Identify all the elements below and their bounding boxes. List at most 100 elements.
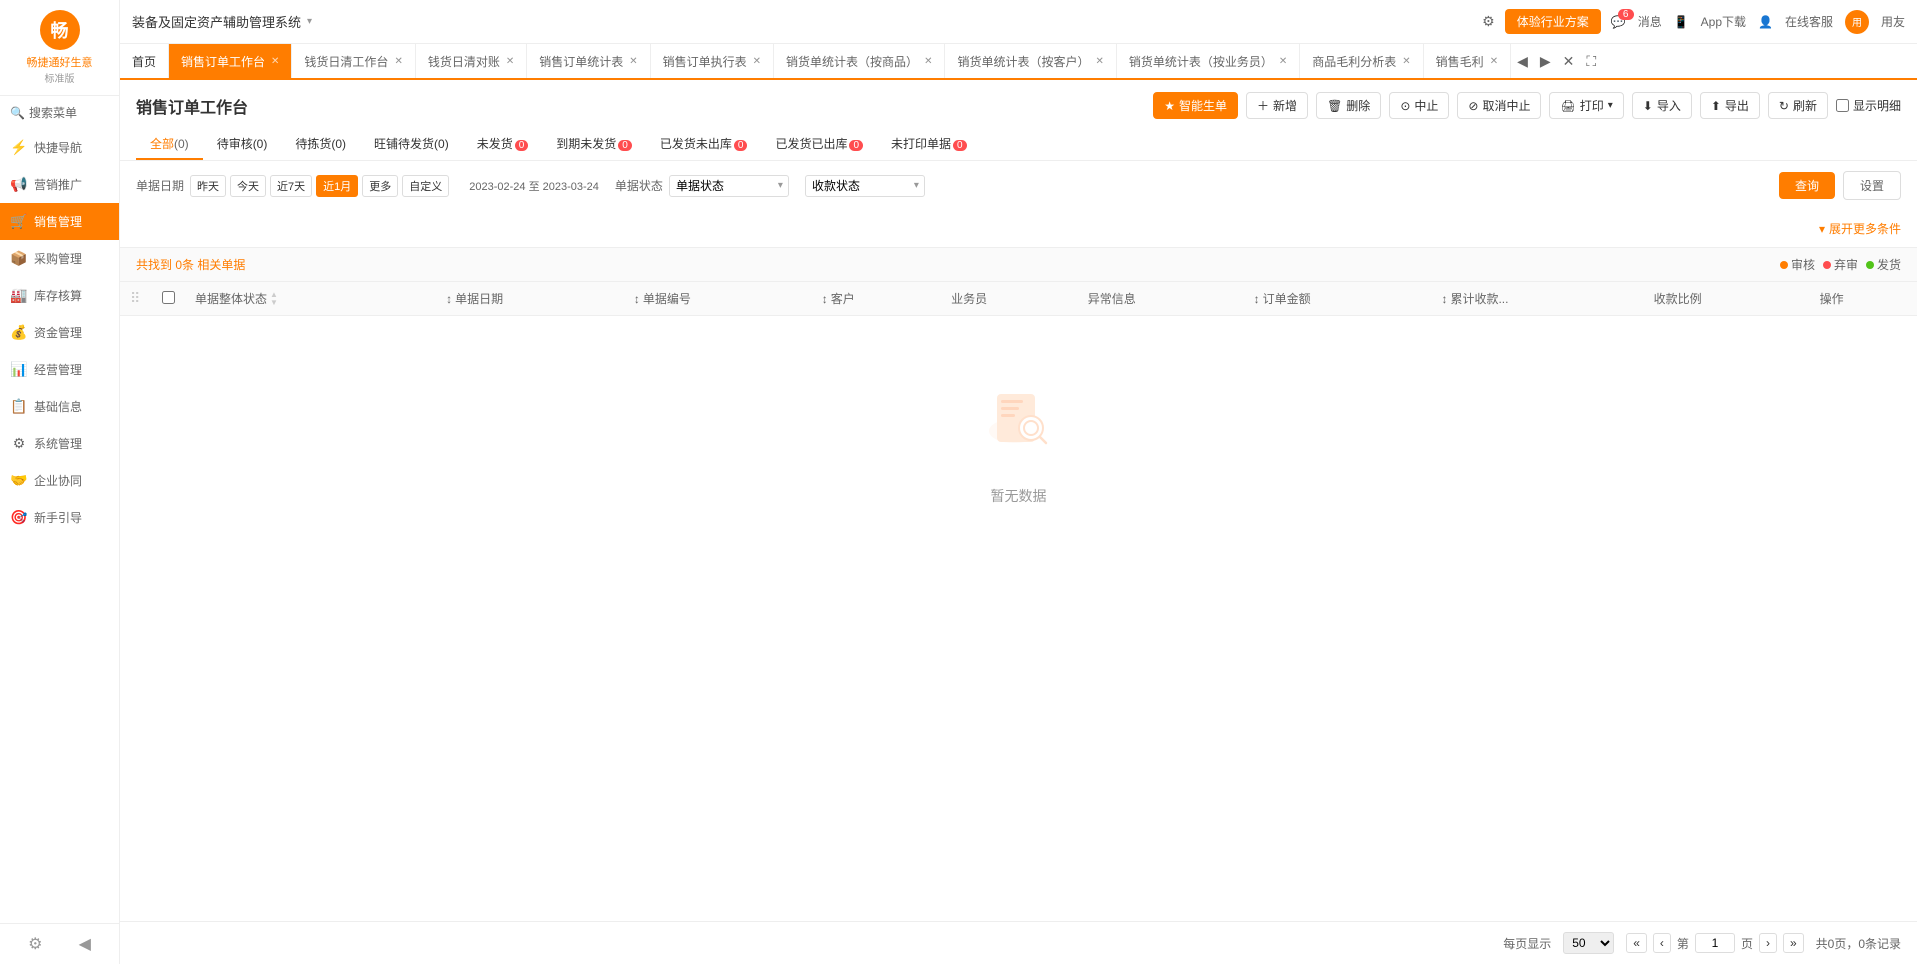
tab-cash-daily[interactable]: 钱货日清工作台 ✕: [292, 44, 415, 79]
setting-btn[interactable]: 设置: [1843, 171, 1901, 200]
col-action: 操作: [1810, 282, 1917, 316]
subtab-not-shipped[interactable]: 未发货0: [463, 129, 543, 160]
purchase-icon: 📦: [10, 250, 28, 267]
sidebar-collapse-icon[interactable]: ◀: [79, 934, 91, 954]
col-number-sort[interactable]: ↕ 单据编号: [634, 290, 802, 307]
subtab-not-printed[interactable]: 未打印单据0: [877, 129, 981, 160]
refresh-btn[interactable]: ↻ 刷新: [1768, 92, 1828, 119]
import-btn[interactable]: ⬇ 导入: [1632, 92, 1692, 119]
page-prev-btn[interactable]: ‹: [1653, 933, 1671, 953]
industry-btn[interactable]: 体验行业方案: [1505, 9, 1601, 34]
col-customer-sort[interactable]: ↕ 客户: [822, 290, 931, 307]
export-btn[interactable]: ⬆ 导出: [1700, 92, 1760, 119]
col-date: ↕ 单据日期: [436, 282, 624, 316]
filter-payment-select[interactable]: 收款状态: [805, 175, 925, 197]
tab-nav-next[interactable]: ▶: [1534, 44, 1557, 79]
tab-sales-profit-close-icon[interactable]: ✕: [1490, 56, 1498, 67]
tab-sales-summary-product[interactable]: 销货单统计表（按商品） ✕: [774, 44, 945, 79]
tab-gross-margin[interactable]: 商品毛利分析表 ✕: [1300, 44, 1423, 79]
tab-sales-stats-close-icon[interactable]: ✕: [629, 56, 637, 67]
message-icon[interactable]: 💬 6: [1611, 15, 1626, 29]
online-service-label[interactable]: 在线客服: [1785, 13, 1833, 30]
sidebar-item-system[interactable]: ⚙ 系统管理: [0, 425, 119, 462]
tab-sales-summary-staff[interactable]: 销货单统计表（按业务员） ✕: [1117, 44, 1300, 79]
sidebar-item-sales[interactable]: 🛒 销售管理: [0, 203, 119, 240]
sidebar-item-quick-nav[interactable]: ⚡ 快捷导航: [0, 129, 119, 166]
delete-btn[interactable]: 🗑 删除: [1316, 92, 1381, 119]
filter-date-custom[interactable]: 自定义: [402, 175, 449, 197]
print-btn[interactable]: 🖨 打印 ▾: [1549, 92, 1623, 119]
col-amount-sort[interactable]: ↕ 订单金额: [1254, 290, 1422, 307]
sidebar-settings-icon[interactable]: ⚙: [28, 934, 42, 954]
subtab-pending-inspect[interactable]: 待拣货(0): [281, 129, 360, 160]
page-first-btn[interactable]: «: [1626, 933, 1647, 953]
col-date-sort[interactable]: ↕ 单据日期: [446, 290, 614, 307]
tab-sales-summary-customer-close-icon[interactable]: ✕: [1095, 56, 1103, 67]
tab-sales-stats[interactable]: 销售订单统计表 ✕: [527, 44, 650, 79]
pause-btn[interactable]: ⊙ 中止: [1389, 92, 1449, 119]
sidebar-item-guide[interactable]: 🎯 新手引导: [0, 499, 119, 536]
col-collected-sort[interactable]: ↕ 累计收款...: [1441, 290, 1633, 307]
sidebar-item-enterprise[interactable]: 🤝 企业协同: [0, 462, 119, 499]
filter-date-more[interactable]: 更多: [362, 175, 398, 197]
subtab-all[interactable]: 全部(0): [136, 129, 203, 160]
subtab-overdue-not-shipped[interactable]: 到期未发货0: [542, 129, 646, 160]
filter-date-yesterday[interactable]: 昨天: [190, 175, 226, 197]
tab-sales-profit[interactable]: 销售毛利 ✕: [1424, 44, 1511, 79]
tab-cash-reconcile[interactable]: 钱货日清对账 ✕: [416, 44, 527, 79]
tab-cash-reconcile-close-icon[interactable]: ✕: [506, 56, 514, 67]
show-detail-label[interactable]: 显示明细: [1836, 97, 1901, 114]
sidebar-item-marketing[interactable]: 📢 营销推广: [0, 166, 119, 203]
filter-date-today[interactable]: 今天: [230, 175, 266, 197]
sidebar-item-finance[interactable]: 💰 资金管理: [0, 314, 119, 351]
add-btn[interactable]: ＋ 新增: [1246, 92, 1308, 119]
tab-sales-workbench-close-icon[interactable]: ✕: [271, 56, 279, 67]
online-service-icon[interactable]: 👤: [1758, 15, 1773, 29]
tab-sales-exec-close-icon[interactable]: ✕: [753, 56, 761, 67]
ship-btn[interactable]: 发货: [1866, 256, 1901, 273]
filter-payment-select-wrap: 收款状态: [805, 175, 925, 197]
tab-sales-workbench[interactable]: 销售订单工作台 ✕: [169, 44, 292, 79]
tab-sales-summary-customer-label: 销货单统计表（按客户）: [957, 53, 1089, 70]
user-name[interactable]: 用友: [1881, 13, 1905, 30]
cancel-review-btn[interactable]: 弃审: [1823, 256, 1858, 273]
page-input[interactable]: [1695, 933, 1735, 953]
sidebar-item-purchase[interactable]: 📦 采购管理: [0, 240, 119, 277]
review-btn[interactable]: 审核: [1780, 256, 1815, 273]
query-btn[interactable]: 查询: [1779, 172, 1835, 199]
sidebar-item-operations[interactable]: 📊 经营管理: [0, 351, 119, 388]
page-next-btn[interactable]: ›: [1759, 933, 1777, 953]
filter-status-select[interactable]: 单据状态: [669, 175, 789, 197]
table-wrap: ⠿ 单据整体状态 ▲▼ ↕ 单据日期: [120, 282, 1917, 921]
tab-home[interactable]: 首页: [120, 44, 169, 79]
subtab-wangpu-pending[interactable]: 旺铺待发货(0): [360, 129, 463, 160]
tab-sales-exec[interactable]: 销售订单执行表 ✕: [651, 44, 774, 79]
tab-gross-margin-close-icon[interactable]: ✕: [1402, 56, 1410, 67]
select-all-checkbox[interactable]: [162, 291, 175, 304]
page-last-btn[interactable]: »: [1783, 933, 1804, 953]
filter-date-7days[interactable]: 近7天: [270, 175, 312, 197]
subtab-shipped-not-out[interactable]: 已发货未出库0: [646, 129, 762, 160]
tab-sales-summary-staff-close-icon[interactable]: ✕: [1279, 56, 1287, 67]
sidebar-item-basic[interactable]: 📋 基础信息: [0, 388, 119, 425]
filter-date-1month[interactable]: 近1月: [316, 175, 358, 197]
tab-close-all[interactable]: ✕: [1557, 44, 1581, 79]
subtab-pending-review[interactable]: 待审核(0): [203, 129, 282, 160]
tab-maximize[interactable]: ⛶: [1580, 44, 1602, 79]
tab-sales-summary-customer[interactable]: 销货单统计表（按客户） ✕: [945, 44, 1116, 79]
subtab-shipped-out[interactable]: 已发货已出库0: [761, 129, 877, 160]
tab-sales-summary-product-close-icon[interactable]: ✕: [924, 56, 932, 67]
app-download-label[interactable]: App下载: [1701, 13, 1746, 30]
sidebar-search[interactable]: 🔍 搜索菜单: [0, 96, 119, 129]
cancel-pause-btn[interactable]: ⊘ 取消中止: [1457, 92, 1541, 119]
tab-nav-prev[interactable]: ◀: [1511, 44, 1534, 79]
col-status-sort[interactable]: 单据整体状态 ▲▼: [195, 290, 426, 307]
page-size-select[interactable]: 50 100 200: [1563, 932, 1614, 954]
tab-cash-daily-close-icon[interactable]: ✕: [394, 56, 402, 67]
expand-filter-btn[interactable]: ▾ 展开更多条件: [1819, 220, 1901, 237]
smart-generate-btn[interactable]: ★ 智能生单: [1153, 92, 1238, 119]
topbar-gear-icon[interactable]: ⚙: [1482, 13, 1495, 30]
sidebar-item-inventory[interactable]: 🏭 库存核算: [0, 277, 119, 314]
show-detail-checkbox[interactable]: [1836, 99, 1849, 112]
app-download-icon[interactable]: 📱: [1674, 15, 1689, 29]
